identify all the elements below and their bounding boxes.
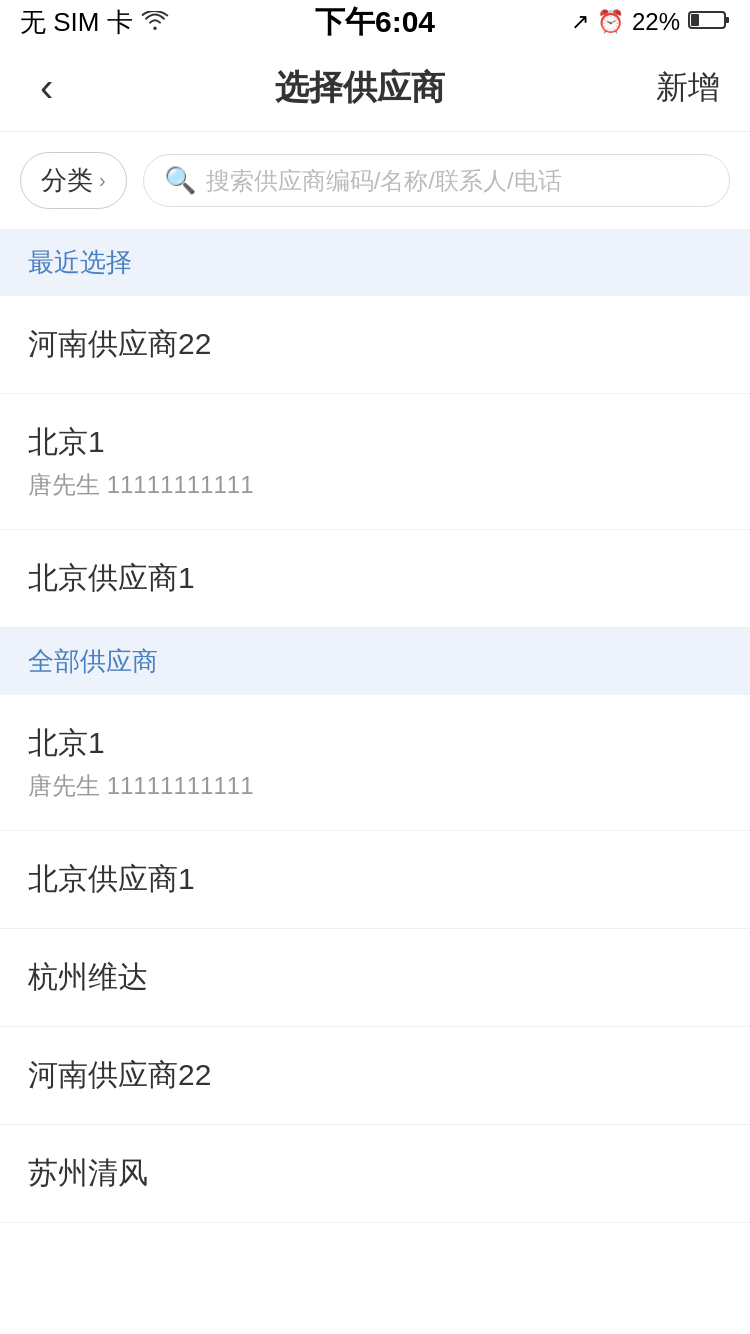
status-bar: 无 SIM 卡 下午6:04 ↗ ⏰ 22% bbox=[0, 0, 750, 44]
wifi-icon bbox=[141, 7, 169, 38]
list-item[interactable]: 北京1 唐先生 11111111111 bbox=[0, 695, 750, 831]
category-button[interactable]: 分类 › bbox=[20, 152, 127, 209]
status-right: ↗ ⏰ 22% bbox=[571, 8, 730, 36]
list-item[interactable]: 北京供应商1 bbox=[0, 831, 750, 929]
back-button[interactable]: ‹ bbox=[30, 55, 63, 120]
all-section-label: 全部供应商 bbox=[28, 646, 158, 676]
svg-rect-2 bbox=[691, 14, 699, 26]
list-item-name: 杭州维达 bbox=[28, 957, 722, 998]
list-item[interactable]: 北京1 唐先生 11111111111 bbox=[0, 394, 750, 530]
list-item-name: 河南供应商22 bbox=[28, 1055, 722, 1096]
all-section-header: 全部供应商 bbox=[0, 628, 750, 695]
status-time: 下午6:04 bbox=[315, 2, 435, 43]
alarm-icon: ⏰ bbox=[597, 9, 624, 35]
category-label: 分类 bbox=[41, 163, 93, 198]
recent-section-label: 最近选择 bbox=[28, 247, 132, 277]
list-item[interactable]: 杭州维达 bbox=[0, 929, 750, 1027]
battery-icon bbox=[688, 8, 730, 36]
new-action-button[interactable]: 新增 bbox=[656, 66, 720, 110]
recent-section-header: 最近选择 bbox=[0, 229, 750, 296]
list-item-name: 北京1 bbox=[28, 422, 722, 463]
nav-bar: ‹ 选择供应商 新增 bbox=[0, 44, 750, 132]
list-item[interactable]: 河南供应商22 bbox=[0, 1027, 750, 1125]
list-item[interactable]: 河南供应商22 bbox=[0, 296, 750, 394]
list-item[interactable]: 苏州清风 bbox=[0, 1125, 750, 1223]
nav-title: 选择供应商 bbox=[275, 65, 445, 111]
list-item-name: 北京1 bbox=[28, 723, 722, 764]
list-item-sub: 唐先生 11111111111 bbox=[28, 469, 722, 501]
list-item[interactable]: 北京供应商1 bbox=[0, 530, 750, 628]
all-list: 北京1 唐先生 11111111111 北京供应商1 杭州维达河南供应商22 苏州清风 bbox=[0, 695, 750, 1223]
filter-bar: 分类 › 🔍 bbox=[0, 132, 750, 229]
chevron-right-icon: › bbox=[99, 169, 106, 192]
list-item-name: 北京供应商1 bbox=[28, 859, 722, 900]
status-left: 无 SIM 卡 bbox=[20, 5, 169, 40]
list-item-name: 河南供应商22 bbox=[28, 324, 722, 365]
search-input[interactable] bbox=[206, 167, 709, 195]
battery-text: 22% bbox=[632, 8, 680, 36]
carrier-text: 无 SIM 卡 bbox=[20, 5, 133, 40]
svg-rect-1 bbox=[725, 17, 729, 23]
search-box: 🔍 bbox=[143, 154, 730, 207]
list-item-sub: 唐先生 11111111111 bbox=[28, 770, 722, 802]
recent-list: 河南供应商22 北京1 唐先生 11111111111 北京供应商1 bbox=[0, 296, 750, 628]
list-item-name: 北京供应商1 bbox=[28, 558, 722, 599]
location-icon: ↗ bbox=[571, 9, 589, 35]
search-icon: 🔍 bbox=[164, 165, 196, 196]
list-item-name: 苏州清风 bbox=[28, 1153, 722, 1194]
